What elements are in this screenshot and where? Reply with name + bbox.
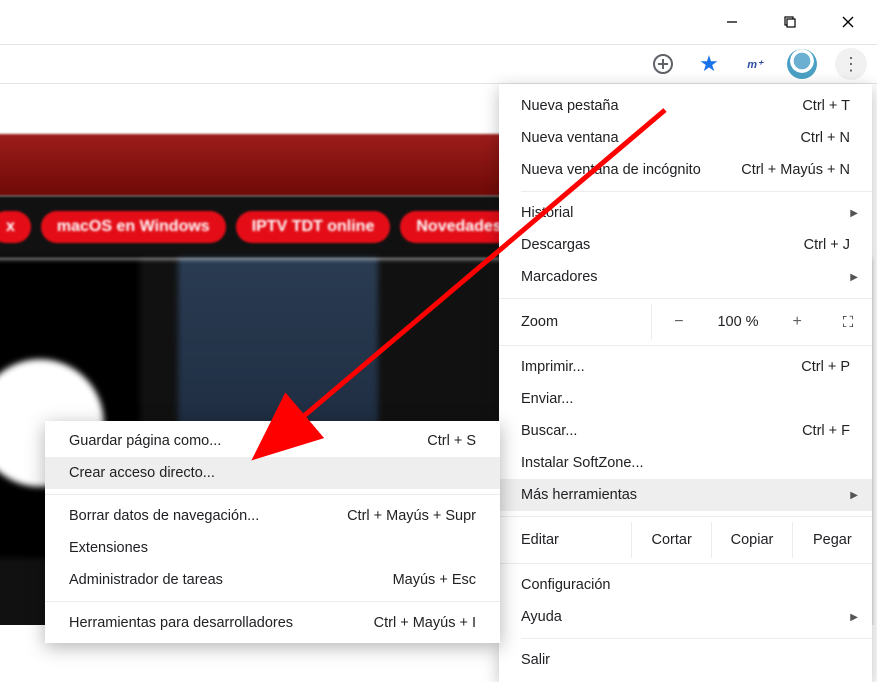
menu-item-edit: Editar Cortar Copiar Pegar (499, 522, 872, 558)
menu-label: Imprimir... (521, 359, 801, 375)
menu-shortcut: Ctrl + Mayús + Supr (347, 508, 476, 524)
extension-movistar-icon[interactable]: m⁺ (741, 50, 769, 78)
menu-separator (521, 191, 872, 192)
menu-shortcut: Ctrl + Mayús + I (374, 615, 476, 631)
menu-label: Salir (521, 652, 850, 668)
submenu-item-extensions[interactable]: Extensiones (45, 532, 500, 564)
more-tools-submenu: Guardar página como... Ctrl + S Crear ac… (45, 421, 500, 643)
menu-item-bookmarks[interactable]: Marcadores ▶ (499, 261, 872, 293)
menu-label: Herramientas para desarrolladores (69, 615, 374, 631)
menu-label: Descargas (521, 237, 804, 253)
chevron-right-icon: ▶ (850, 612, 858, 623)
menu-shortcut: Ctrl + J (804, 237, 850, 253)
menu-item-new-tab[interactable]: Nueva pestaña Ctrl + T (499, 90, 872, 122)
chevron-right-icon: ▶ (850, 490, 858, 501)
chrome-menu-button[interactable]: ⋮ (835, 48, 867, 80)
menu-label: Buscar... (521, 423, 802, 439)
menu-item-incognito[interactable]: Nueva ventana de incógnito Ctrl + Mayús … (499, 154, 872, 186)
window-maximize-button[interactable] (761, 0, 819, 44)
window-titlebar (0, 0, 877, 44)
chevron-right-icon: ▶ (850, 208, 858, 219)
submenu-item-task-manager[interactable]: Administrador de tareas Mayús + Esc (45, 564, 500, 596)
menu-separator (45, 494, 500, 495)
menu-item-more-tools[interactable]: Más herramientas ▶ (499, 479, 872, 511)
submenu-item-clear-data[interactable]: Borrar datos de navegación... Ctrl + May… (45, 500, 500, 532)
nav-pill: IPTV TDT online (236, 211, 391, 243)
menu-item-help[interactable]: Ayuda ▶ (499, 601, 872, 633)
add-tab-icon[interactable] (649, 50, 677, 78)
menu-separator (499, 516, 872, 517)
menu-label: Borrar datos de navegación... (69, 508, 347, 524)
submenu-item-dev-tools[interactable]: Herramientas para desarrolladores Ctrl +… (45, 607, 500, 639)
menu-label: Nueva pestaña (521, 98, 802, 114)
menu-item-downloads[interactable]: Descargas Ctrl + J (499, 229, 872, 261)
submenu-item-create-shortcut[interactable]: Crear acceso directo... (45, 457, 500, 489)
submenu-item-save-page[interactable]: Guardar página como... Ctrl + S (45, 425, 500, 457)
zoom-in-button[interactable]: + (770, 313, 824, 331)
menu-shortcut: Ctrl + T (802, 98, 850, 114)
menu-label: Instalar SoftZone... (521, 455, 850, 471)
edit-paste-button[interactable]: Pegar (792, 522, 872, 558)
menu-separator (45, 601, 500, 602)
profile-avatar[interactable] (787, 49, 817, 79)
menu-shortcut: Ctrl + S (427, 433, 476, 449)
menu-label: Más herramientas (521, 487, 850, 503)
chevron-right-icon: ▶ (850, 272, 858, 283)
fullscreen-button[interactable]: ⛶ (824, 314, 872, 331)
bookmark-star-icon[interactable]: ★ (695, 50, 723, 78)
menu-item-exit[interactable]: Salir (499, 644, 872, 676)
menu-label: Nueva ventana (521, 130, 800, 146)
menu-label: Enviar... (521, 391, 850, 407)
menu-item-print[interactable]: Imprimir... Ctrl + P (499, 351, 872, 383)
menu-item-find[interactable]: Buscar... Ctrl + F (499, 415, 872, 447)
chrome-main-menu: Nueva pestaña Ctrl + T Nueva ventana Ctr… (499, 84, 872, 682)
menu-label: Zoom (521, 314, 651, 330)
menu-shortcut: Ctrl + P (801, 359, 850, 375)
edit-cut-button[interactable]: Cortar (631, 522, 711, 558)
zoom-out-button[interactable]: − (652, 313, 706, 331)
menu-shortcut: Ctrl + Mayús + N (741, 162, 850, 178)
menu-label: Nueva ventana de incógnito (521, 162, 741, 178)
window-close-button[interactable] (819, 0, 877, 44)
menu-separator (499, 345, 872, 346)
menu-label: Editar (521, 532, 631, 548)
menu-label: Historial (521, 205, 850, 221)
menu-separator (499, 298, 872, 299)
menu-label: Crear acceso directo... (69, 465, 476, 481)
menu-label: Guardar página como... (69, 433, 427, 449)
menu-item-zoom: Zoom − 100 % + ⛶ (499, 304, 872, 340)
menu-item-install-app[interactable]: Instalar SoftZone... (499, 447, 872, 479)
menu-separator (521, 638, 872, 639)
menu-item-history[interactable]: Historial ▶ (499, 197, 872, 229)
menu-shortcut: Ctrl + F (802, 423, 850, 439)
menu-item-new-window[interactable]: Nueva ventana Ctrl + N (499, 122, 872, 154)
nav-pill: x (0, 211, 31, 243)
menu-shortcut: Ctrl + N (800, 130, 850, 146)
menu-label: Ayuda (521, 609, 850, 625)
menu-label: Extensiones (69, 540, 476, 556)
menu-item-settings[interactable]: Configuración (499, 569, 872, 601)
menu-label: Administrador de tareas (69, 572, 393, 588)
edit-copy-button[interactable]: Copiar (711, 522, 791, 558)
window-minimize-button[interactable] (703, 0, 761, 44)
zoom-value: 100 % (706, 314, 771, 330)
menu-label: Marcadores (521, 269, 850, 285)
menu-separator (499, 563, 872, 564)
browser-toolbar: ★ m⁺ ⋮ (0, 44, 877, 84)
nav-pill: macOS en Windows (41, 211, 226, 243)
menu-shortcut: Mayús + Esc (393, 572, 476, 588)
menu-label: Configuración (521, 577, 850, 593)
menu-item-send[interactable]: Enviar... (499, 383, 872, 415)
